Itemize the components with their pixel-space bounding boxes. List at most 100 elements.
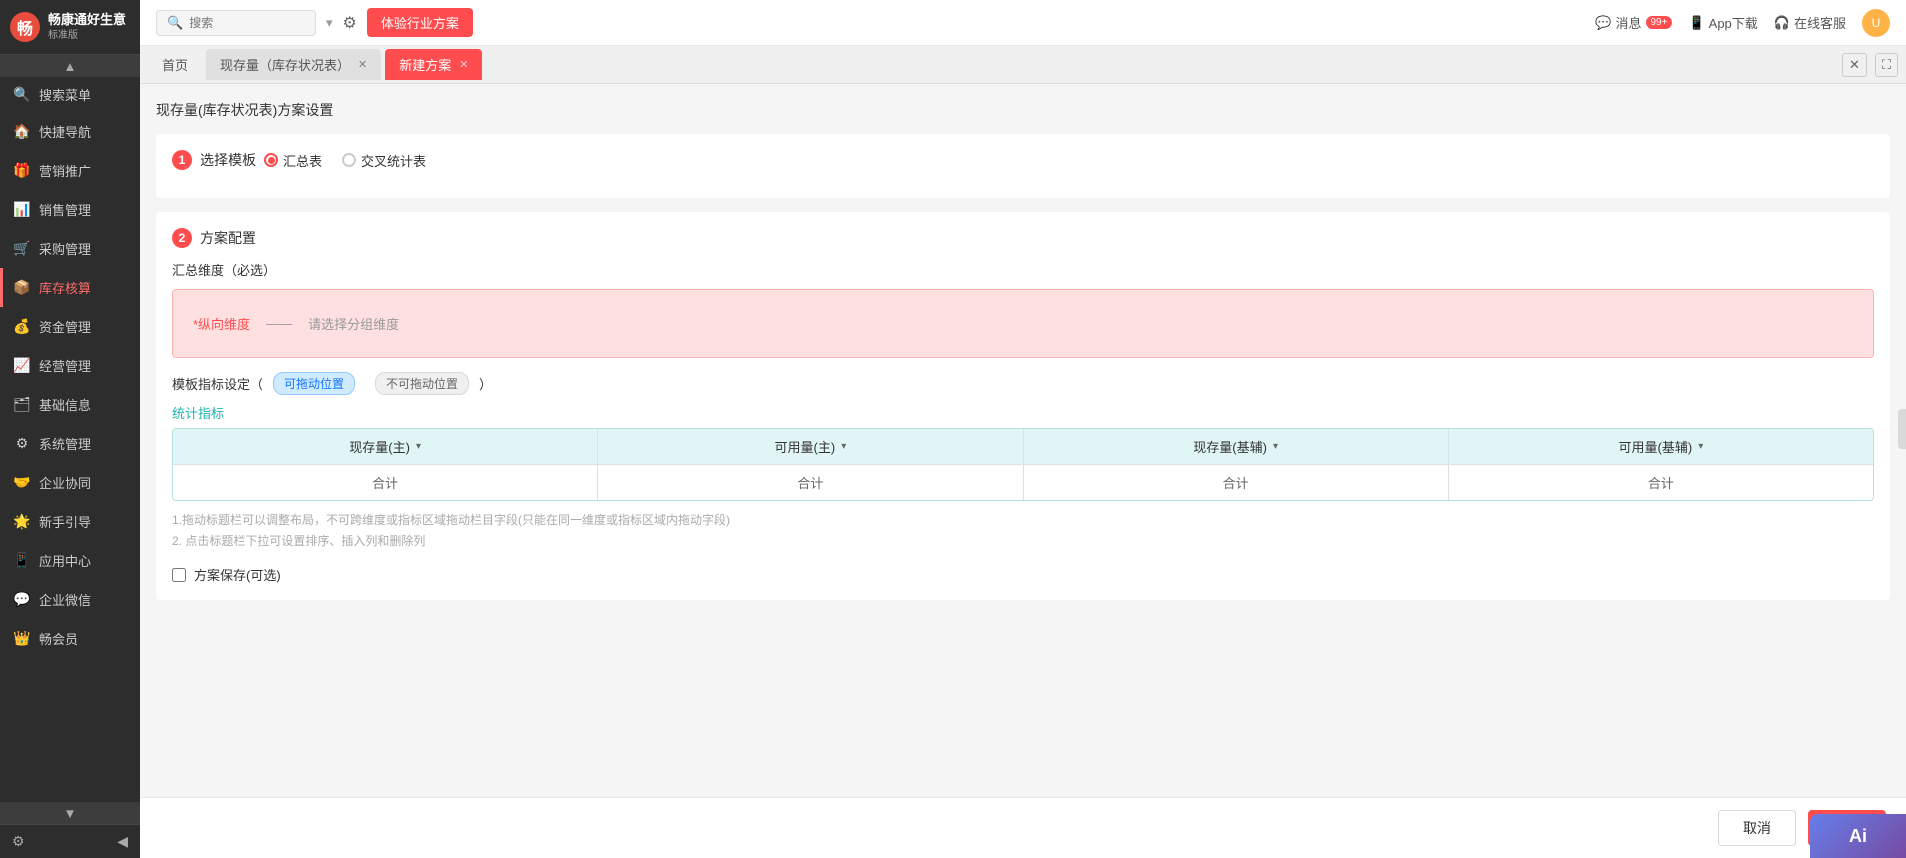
tabbar-right: ✕ ⛶ [1842,53,1898,77]
dimension-area[interactable]: *纵向维度 —— 请选择分组维度 [172,289,1874,358]
tab-stock-status-label: 现存量（库存状况表） [220,55,350,74]
sidebar-logo-text: 畅康通好生意 标准版 [48,12,126,42]
tab-stock-status[interactable]: 现存量（库存状况表） ✕ [206,49,381,80]
sidebar-item-enterprise[interactable]: 🤝 企业协同 [0,463,140,502]
online-service-label: 在线客服 [1794,13,1846,32]
tip1: 1.拖动标题栏可以调整布局，不可跨维度或指标区域拖动栏目字段(只能在同一维度或指… [172,511,1874,528]
dropdown-icon[interactable]: ▾ [326,15,333,31]
sidebar-item-label: 营销推广 [39,161,91,180]
step2-label: 方案配置 [200,228,256,248]
radio-summary-label: 汇总表 [283,151,322,170]
step1-label: 选择模板 [200,150,256,170]
main-area: 🔍 ▾ ⚙ 体验行业方案 💬 消息 99+ 📱 App下载 🎧 在线客服 U [140,0,1906,858]
step1-badge: 1 [172,150,192,170]
home-icon: 🏠 [13,123,31,140]
stats-data-col-0: 合计 [173,465,598,500]
message-badge: 99+ [1646,16,1673,29]
cancel-button[interactable]: 取消 [1718,810,1796,846]
topbar-search-box[interactable]: 🔍 [156,10,316,36]
sidebar-scroll-down[interactable]: ▼ [0,802,140,824]
col0-dropdown-icon[interactable]: ▾ [416,441,421,452]
topbar-right: 💬 消息 99+ 📱 App下载 🎧 在线客服 U [1595,9,1890,37]
sidebar-item-stock[interactable]: 📦 库存核算 [0,268,140,307]
search-input[interactable] [189,16,305,30]
tab-new-scheme-close[interactable]: ✕ [459,58,468,71]
star-icon: 🌟 [13,513,31,530]
sidebar-item-system[interactable]: ⚙ 系统管理 [0,424,140,463]
sidebar-settings-btn[interactable]: ⚙ [12,833,25,850]
col1-dropdown-icon[interactable]: ▾ [841,441,846,452]
stats-header-col-2[interactable]: 现存量(基辅) ▾ [1024,429,1449,464]
radio-cross-label: 交叉统计表 [361,151,426,170]
sidebar-item-label: 销售管理 [39,200,91,219]
app-download-btn[interactable]: 📱 App下载 [1688,13,1757,32]
col3-dropdown-icon[interactable]: ▾ [1698,441,1703,452]
sidebar-item-purchase[interactable]: 🛒 采购管理 [0,229,140,268]
online-service-btn[interactable]: 🎧 在线客服 [1774,13,1846,32]
sidebar-search-label: 搜索菜单 [39,85,91,104]
user-avatar[interactable]: U [1862,9,1890,37]
tab-stock-status-close[interactable]: ✕ [358,58,367,71]
sidebar-item-appcenter[interactable]: 📱 应用中心 [0,541,140,580]
stats-data-col-1: 合计 [598,465,1023,500]
sidebar-item-wechat[interactable]: 💬 企业微信 [0,580,140,619]
gift-icon: 🎁 [13,162,31,179]
sidebar-logo-icon: 畅 [10,12,40,42]
sidebar-scroll-up[interactable]: ▲ [0,55,140,77]
chat-icon: 💬 [13,591,31,608]
sidebar-item-quick-nav[interactable]: 🏠 快捷导航 [0,112,140,151]
sidebar-item-label: 新手引导 [39,512,91,531]
sidebar-item-sales[interactable]: 📊 销售管理 [0,190,140,229]
stats-header-col-0[interactable]: 现存量(主) ▾ [173,429,598,464]
indicator-label-text: 模板指标设定（ [172,374,263,393]
tab-expand-btn[interactable]: ⛶ [1875,53,1898,77]
app-download-label: App下载 [1709,13,1758,32]
step2-section: 2 方案配置 汇总维度（必选） *纵向维度 —— 请选择分组维度 模板指标设定（… [156,212,1890,600]
trial-industry-btn[interactable]: 体验行业方案 [367,8,473,37]
sidebar-item-basic[interactable]: 🗂 基础信息 [0,385,140,424]
gear-icon: ⚙ [13,435,31,452]
topbar: 🔍 ▾ ⚙ 体验行业方案 💬 消息 99+ 📱 App下载 🎧 在线客服 U [140,0,1906,46]
sidebar: 畅 畅康通好生意 标准版 ▲ 🔍 搜索菜单 🏠 快捷导航 🎁 营销推广 📊 销售… [0,0,140,858]
stats-label: 统计指标 [172,403,1874,422]
stats-header-col-1[interactable]: 可用量(主) ▾ [598,429,1023,464]
template-radio-group: 汇总表 交叉统计表 [264,151,426,170]
no-drag-badge: 不可拖动位置 [375,372,469,395]
crown-icon: 👑 [13,630,31,647]
step2-badge: 2 [172,228,192,248]
ai-float-button[interactable]: Ai [1810,814,1906,858]
radio-cross[interactable]: 交叉统计表 [342,151,426,170]
right-resize-handle[interactable] [1898,409,1906,449]
sidebar-item-label: 经营管理 [39,356,91,375]
sidebar-item-search[interactable]: 🔍 搜索菜单 [0,77,140,112]
radio-summary[interactable]: 汇总表 [264,151,322,170]
topbar-settings-btn[interactable]: ⚙ [343,13,357,33]
indicator-settings-label: 模板指标设定（ 可拖动位置 不可拖动位置 ） [172,372,1874,395]
sidebar-item-label: 资金管理 [39,317,91,336]
message-btn[interactable]: 💬 消息 99+ [1595,13,1672,32]
sidebar-item-operation[interactable]: 📈 经营管理 [0,346,140,385]
stats-header-col-3[interactable]: 可用量(基辅) ▾ [1449,429,1873,464]
save-scheme-checkbox[interactable] [172,568,186,582]
col1-label: 可用量(主) [775,437,836,456]
topbar-left: 🔍 ▾ ⚙ 体验行业方案 [156,8,473,37]
sidebar-collapse-btn[interactable]: ◀ [117,833,128,850]
sidebar-item-finance[interactable]: 💰 资金管理 [0,307,140,346]
search-icon: 🔍 [167,15,183,31]
radio-summary-circle [264,153,278,167]
sidebar-item-member[interactable]: 👑 畅会员 [0,619,140,658]
edition-label: 标准版 [48,29,126,42]
sidebar-logo: 畅 畅康通好生意 标准版 [0,0,140,55]
tab-home[interactable]: 首页 [148,49,202,80]
cart-icon: 🛒 [13,240,31,257]
sidebar-item-newbie[interactable]: 🌟 新手引导 [0,502,140,541]
handshake-icon: 🤝 [13,474,31,491]
tab-close-all-btn[interactable]: ✕ [1842,53,1867,77]
sidebar-item-marketing[interactable]: 🎁 营销推广 [0,151,140,190]
sidebar-item-label: 企业微信 [39,590,91,609]
tab-new-scheme[interactable]: 新建方案 ✕ [385,49,482,80]
col2-dropdown-icon[interactable]: ▾ [1273,441,1278,452]
drag-badge: 可拖动位置 [273,372,355,395]
col3-label: 可用量(基辅) [1619,437,1693,456]
search-icon: 🔍 [13,86,31,103]
